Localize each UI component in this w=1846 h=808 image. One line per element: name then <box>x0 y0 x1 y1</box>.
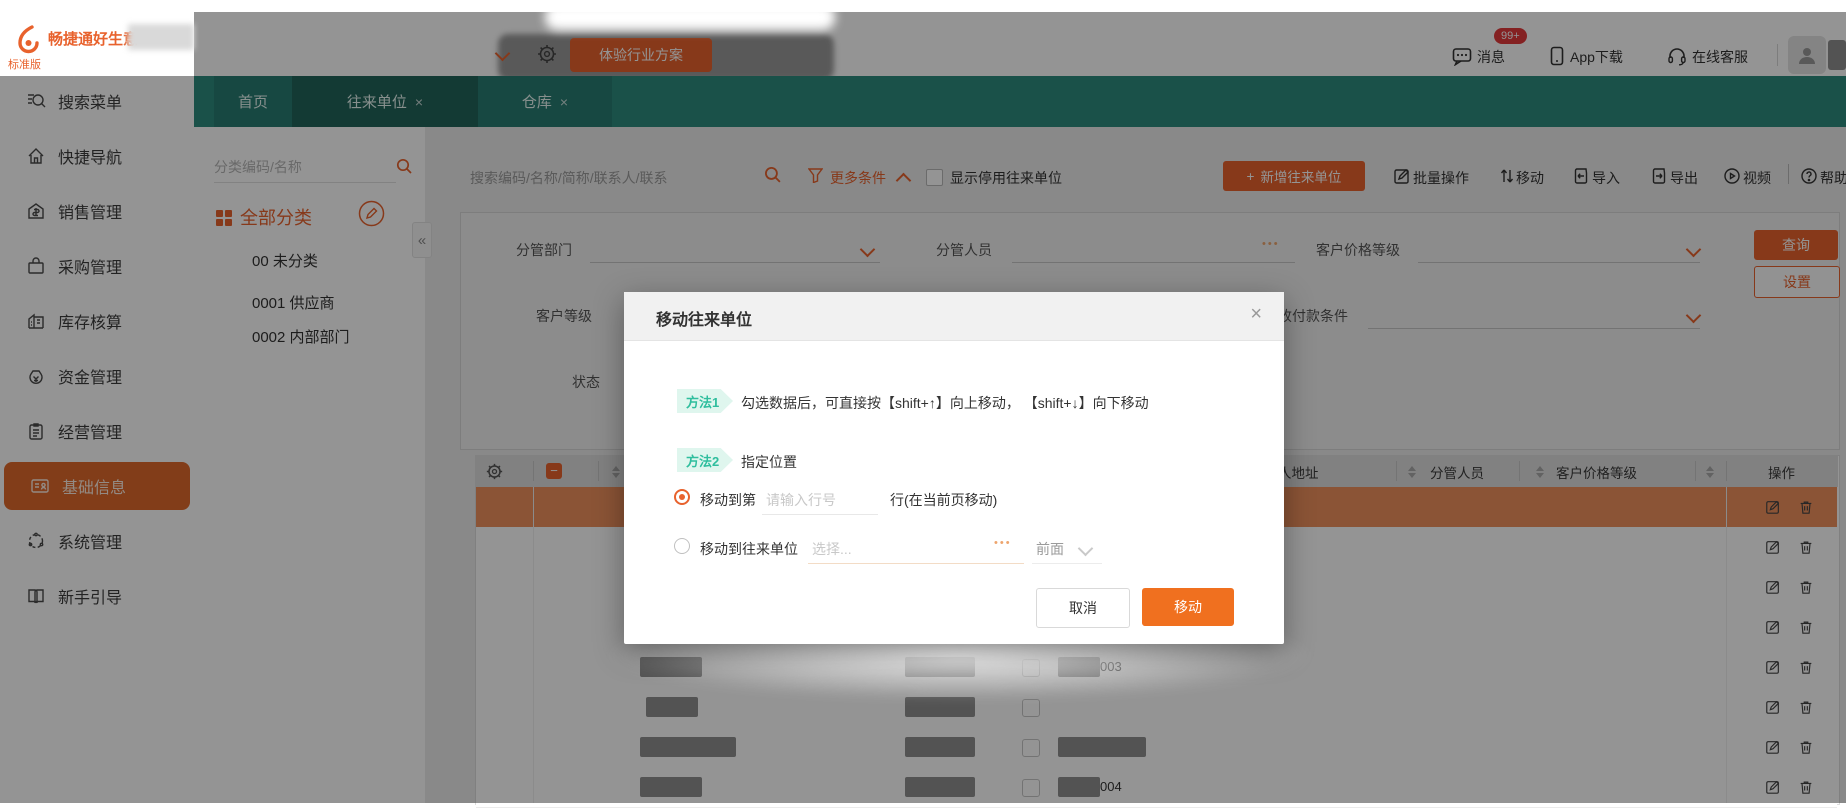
confirm-move-button[interactable]: 移动 <box>1142 588 1234 626</box>
chevron-down-icon[interactable] <box>1077 540 1094 557</box>
ellipsis-button[interactable]: ••• <box>994 537 1012 549</box>
modal-title: 移动往来单位 <box>656 312 753 329</box>
radio1-suffix: 行(在当前页移动) <box>890 492 998 508</box>
top-strip <box>0 0 1846 12</box>
method2-text: 指定位置 <box>741 454 797 470</box>
modal-header: 移动往来单位 × <box>624 292 1284 341</box>
move-partner-modal: 移动往来单位 × 方法1 勾选数据后，可直接按【shift+↑】向上移动， 【s… <box>624 292 1284 644</box>
row-number-input-underline <box>762 514 878 515</box>
brand-name: 畅捷通好生意 <box>48 31 139 48</box>
method2-badge: 方法2 <box>677 448 733 472</box>
radio1-label: 移动到第 <box>700 492 756 508</box>
position-select-underline <box>1032 563 1102 564</box>
radio-move-to-partner[interactable] <box>674 538 690 554</box>
close-icon[interactable]: × <box>1250 303 1262 326</box>
row-number-input[interactable]: 请输入行号 <box>766 490 836 510</box>
brand-redacted <box>128 24 194 50</box>
redaction-smudge <box>545 4 835 30</box>
position-select[interactable]: 前面 <box>1036 539 1064 559</box>
cancel-button[interactable]: 取消 <box>1036 588 1130 628</box>
partner-select-input[interactable]: 选择... <box>812 539 852 559</box>
edition-badge: 标准版 <box>8 59 41 71</box>
partner-select-underline <box>808 563 1024 564</box>
radio2-label: 移动到往来单位 <box>700 541 798 557</box>
method1-text: 勾选数据后，可直接按【shift+↑】向上移动， 【shift+↓】向下移动 <box>741 395 1149 411</box>
radio-move-to-row[interactable] <box>674 489 690 505</box>
logo-box: 畅捷通好生意 标准版 <box>0 12 194 76</box>
app-logo <box>18 25 39 54</box>
method1-badge: 方法1 <box>677 389 733 413</box>
